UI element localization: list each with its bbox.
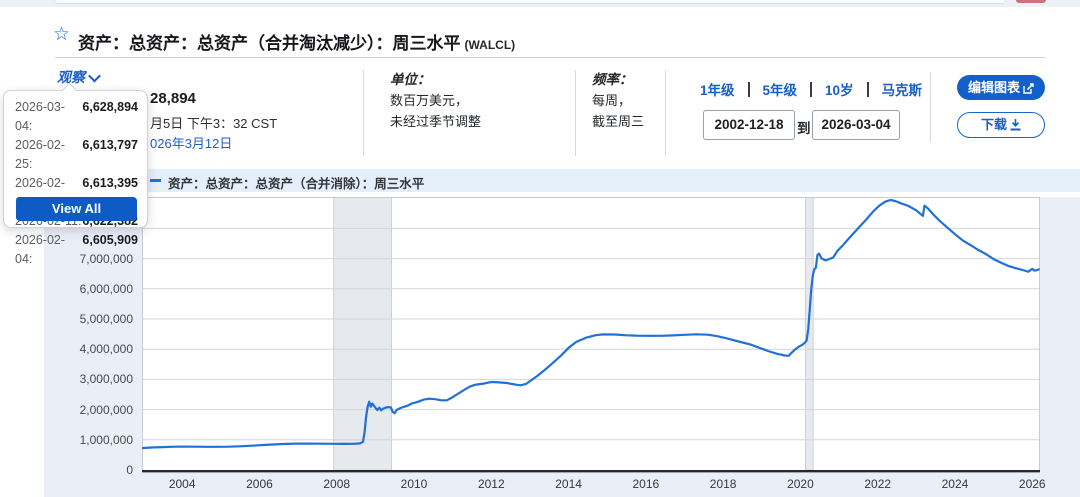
x-axis-label: 2012 [477,477,505,491]
series-id: (WALCL) [464,38,516,52]
observations-label: 观察 [57,69,85,85]
frequency-line1: 每周， [592,93,632,108]
x-axis-label: 2006 [246,477,273,491]
x-axis-label: 2004 [168,477,196,491]
legend-line-swatch [150,179,161,182]
chevron-down-icon [88,69,101,83]
download-label: 下载 [980,117,1007,132]
units-line1: 数百万美元， [390,93,469,108]
edit-graph-label: 编辑图表 [967,80,1020,95]
recession-band [333,197,393,471]
range-separator [747,82,750,97]
units-line2: 未经过季节调整 [390,114,482,129]
date-to-label: 到 [797,121,811,136]
range-separator [810,82,813,97]
x-axis-label: 2020 [787,477,814,491]
observation-date: 2026-03-04: [15,100,66,133]
y-axis-label: 2,000,000 [79,402,133,417]
observations-dropdown[interactable]: 观察 [57,67,101,87]
edit-graph-button[interactable]: 编辑图表 [957,75,1045,100]
observation-value: 6,628,894 [82,100,138,114]
frequency-section: 频率： 每周， 截至周三 [592,69,644,132]
line-chart-plot[interactable] [142,197,1040,473]
column-divider [363,70,364,156]
observation-rows: 2026-03-04: 6,628,894 2026-02-25: 6,613,797… [15,98,138,269]
chart-legend-band: 资产：总资产：总资产（合并消除）：周三水平 [44,169,1080,192]
observation-value: 6,605,909 [82,233,138,247]
units-label: 单位： [390,72,431,87]
series-title-text: 资产：总资产：总资产（合并淘汰减少）：周三水平 [78,34,461,53]
fred-series-page: ☆ 资产：总资产：总资产（合并淘汰减少）：周三水平 (WALCL) 观察 28,8… [0,0,1080,497]
frequency-line2: 截至周三 [592,114,645,129]
browser-chrome-remnant [0,0,1080,7]
title-divider [55,57,1045,58]
column-divider [575,70,576,156]
next-release-link-fragment[interactable]: 026年3月12日 [150,133,232,152]
frequency-label: 频率： [592,72,633,87]
y-axis-label: 5,000,000 [79,312,133,326]
observations-popup: 2026-03-04: 6,628,894 2026-02-25: 6,613,797… [3,82,148,266]
x-axis-label: 2022 [864,477,892,491]
x-axis-label: 2018 [709,477,737,491]
range-selector: 1年级 5年级 10岁 马克斯 [700,79,922,99]
y-axis-label: 4,000,000 [79,342,133,357]
observation-value: 6,613,797 [82,138,138,152]
units-section: 单位： 数百万美元， 未经过季节调整 [390,69,481,132]
edit-icon [1023,83,1034,94]
column-divider [665,70,666,156]
legend-series-label: 资产：总资产：总资产（合并消除）：周三水平 [168,177,425,191]
browser-bar-remnant [55,0,1005,3]
favorite-star-icon[interactable]: ☆ [53,25,70,45]
browser-red-indicator [1016,0,1046,3]
range-option-5y[interactable]: 5年级 [763,83,798,98]
x-axis-label: 2010 [400,477,428,491]
view-all-button[interactable]: View All [16,197,137,221]
x-axis-label: 2014 [555,477,582,491]
observation-row: 2026-03-04: 6,628,894 [15,98,138,136]
start-date-input[interactable]: 2002-12-18 [703,110,795,140]
range-option-10y[interactable]: 10岁 [825,83,854,98]
observation-date: 2026-02-04: [15,233,66,266]
updated-timestamp-fragment: 月5日 下午3：32 CST [150,116,278,131]
x-axis-label: 2024 [941,477,969,491]
range-option-1y[interactable]: 1年级 [700,83,735,98]
y-axis-label: 0 [126,463,133,477]
download-button[interactable]: 下载 [957,112,1045,138]
column-divider [930,72,931,142]
download-icon [1010,119,1021,131]
x-axis-label: 2026 [1018,477,1046,491]
current-value-fragment: 28,894 [150,90,196,107]
x-axis-label: 2008 [323,477,351,491]
observation-row: 2026-02-25: 6,613,797 [15,136,138,174]
y-axis-label: 1,000,000 [79,432,133,447]
observation-row: 2026-02-04: 6,605,909 [15,231,138,269]
x-axis-label: 2016 [632,477,660,491]
y-axis-label: 6,000,000 [79,281,133,296]
page-title: 资产：总资产：总资产（合并淘汰减少）：周三水平 (WALCL) [78,29,515,54]
end-date-input[interactable]: 2026-03-04 [812,110,900,140]
range-separator [866,82,869,97]
range-option-max[interactable]: 马克斯 [882,83,923,98]
y-axis-label: 3,000,000 [79,372,133,387]
observation-date: 2026-02-25: [15,138,66,171]
